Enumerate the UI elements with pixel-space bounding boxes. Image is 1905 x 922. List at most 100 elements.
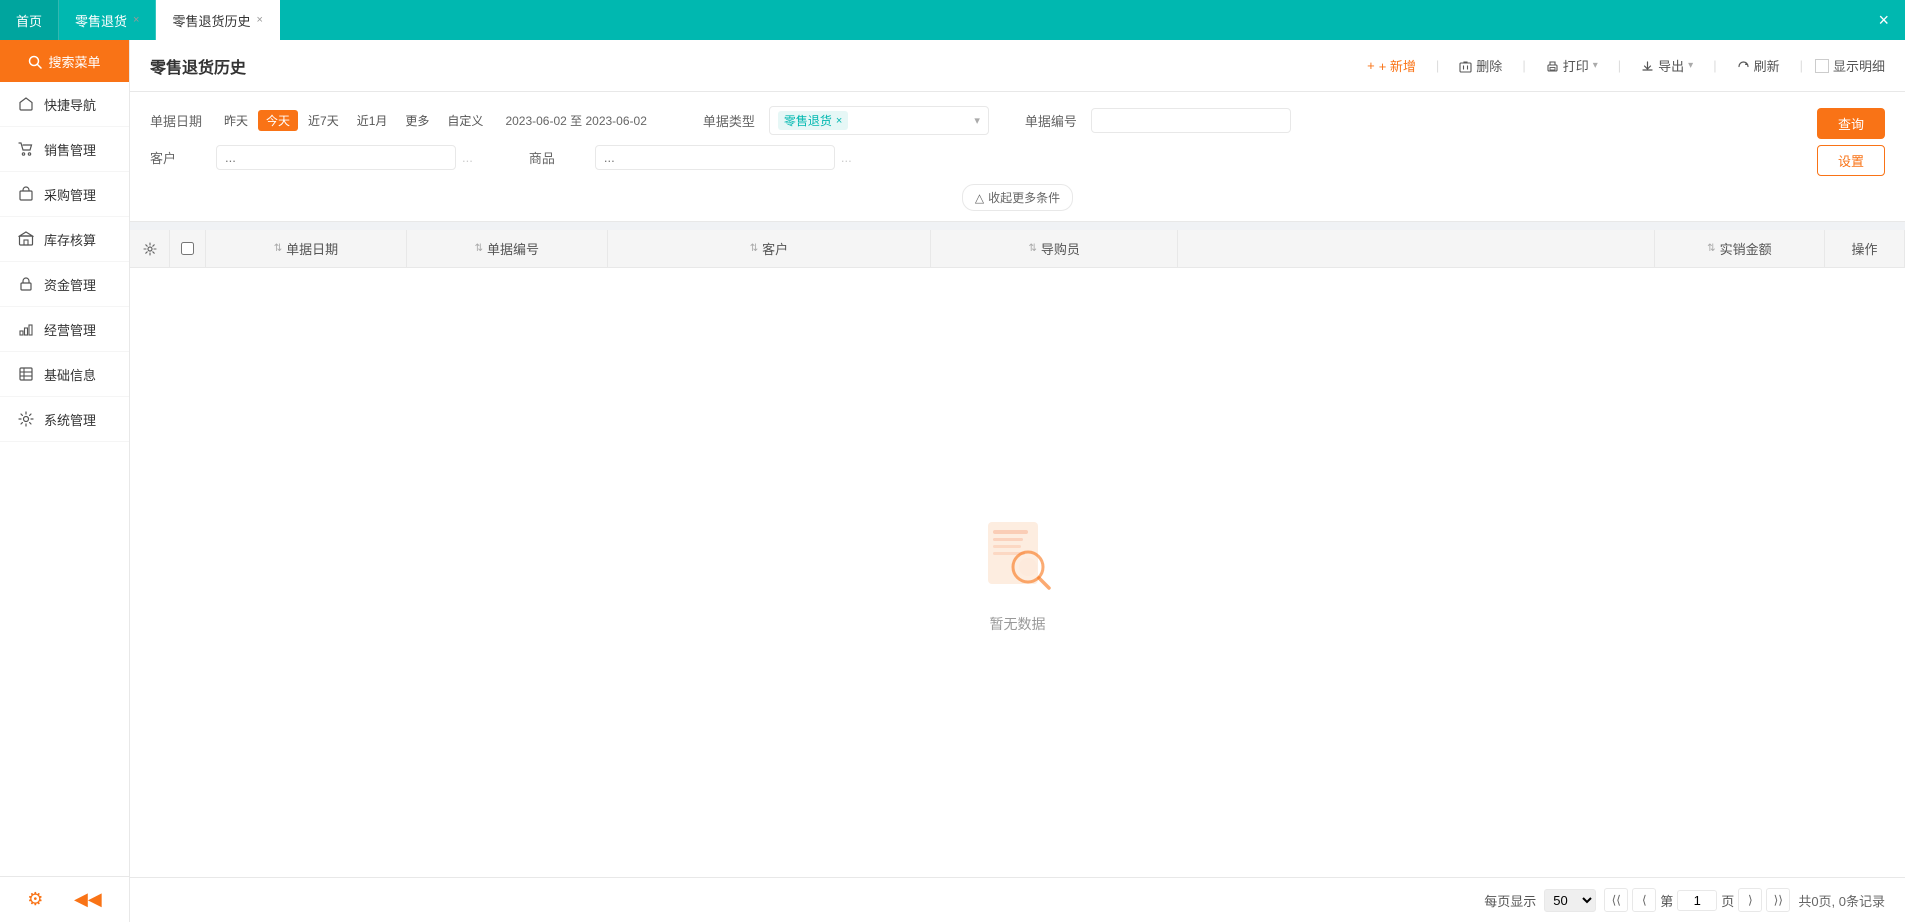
settings-icon xyxy=(16,409,36,429)
sidebar-search-label: 搜索菜单 xyxy=(48,52,100,71)
page-last-btn[interactable]: ⟩⟩ xyxy=(1766,888,1790,912)
collapse-button[interactable]: △ 收起更多条件 xyxy=(962,184,1073,211)
date-options: 昨天 今天 近7天 近1月 更多 自定义 xyxy=(216,110,491,131)
display-checkbox[interactable] xyxy=(1815,59,1829,73)
box-icon xyxy=(16,184,36,204)
sidebar-item-inventory[interactable]: 库存核算 xyxy=(0,217,129,262)
date-btn-today[interactable]: 今天 xyxy=(258,110,298,131)
lock-icon xyxy=(16,274,36,294)
th-date[interactable]: ⇅ 单据日期 xyxy=(206,230,407,267)
empty-illustration xyxy=(973,512,1063,602)
date-btn-more[interactable]: 更多 xyxy=(397,110,437,131)
sidebar-search[interactable]: 搜索菜单 xyxy=(0,40,129,82)
th-customer[interactable]: ⇅ 客户 xyxy=(608,230,931,267)
page-header: 零售退货历史 + + 新增 | 删除 | 打 xyxy=(130,40,1905,92)
th-voucher[interactable]: ⇅ 单据编号 xyxy=(407,230,608,267)
th-customer-sort-icon: ⇅ xyxy=(750,243,758,254)
tab-home[interactable]: 首页 xyxy=(0,0,59,40)
th-amount-sort-icon: ⇅ xyxy=(1707,243,1715,254)
collapse-icon: △ xyxy=(975,191,984,205)
sidebar-item-quick-nav[interactable]: 快捷导航 xyxy=(0,82,129,127)
refresh-button[interactable]: 刷新 xyxy=(1729,52,1788,79)
home-icon xyxy=(16,94,36,114)
export-button[interactable]: 导出 ▾ xyxy=(1633,52,1701,79)
print-icon xyxy=(1546,58,1559,73)
filter-area: 单据日期 昨天 今天 近7天 近1月 更多 自定义 2023-06-02 至 2… xyxy=(130,92,1905,222)
search-icon xyxy=(28,53,42,69)
page-actions: + + 新增 | 删除 | 打印 ▾ | xyxy=(1359,52,1885,79)
date-btn-custom[interactable]: 自定义 xyxy=(439,110,491,131)
export-dropdown-icon: ▾ xyxy=(1688,60,1693,71)
empty-state: 暂无数据 xyxy=(130,268,1905,877)
th-date-sort-icon: ⇅ xyxy=(274,243,282,254)
type-filter-select[interactable]: 零售退货 × ▾ xyxy=(769,106,989,135)
sidebar-item-base-info-label: 基础信息 xyxy=(44,365,96,384)
sidebar-settings-icon[interactable]: ⚙ xyxy=(27,889,43,910)
voucher-filter-input[interactable] xyxy=(1091,108,1291,133)
goods-more-btn[interactable]: ... xyxy=(841,150,852,165)
add-icon: + xyxy=(1367,58,1375,73)
print-button[interactable]: 打印 ▾ xyxy=(1538,52,1606,79)
tab-retail-return-history-close[interactable]: × xyxy=(256,14,262,26)
th-guide[interactable]: ⇅ 导购员 xyxy=(931,230,1178,267)
customer-filter-input[interactable] xyxy=(216,145,456,170)
sidebar-item-base-info[interactable]: 基础信息 xyxy=(0,352,129,397)
display-toggle[interactable]: 显示明细 xyxy=(1815,56,1885,75)
sidebar-item-sales-mgmt[interactable]: 销售管理 xyxy=(0,127,129,172)
column-settings-icon[interactable] xyxy=(143,241,157,257)
th-spacer xyxy=(1178,230,1655,267)
date-btn-1month[interactable]: 近1月 xyxy=(349,110,396,131)
sidebar-volume-icon[interactable]: ◀◀ xyxy=(74,889,102,910)
sidebar-item-ops-mgmt-label: 经营管理 xyxy=(44,320,96,339)
pagination: 每页显示 20 50 100 ⟨⟨ ⟨ 第 页 ⟩ ⟩⟩ 共0页, 0条记录 xyxy=(130,877,1905,922)
filter-settings-button[interactable]: 设置 xyxy=(1817,145,1885,176)
date-range-display: 2023-06-02 至 2023-06-02 xyxy=(505,112,646,129)
page-next-btn[interactable]: ⟩ xyxy=(1738,888,1762,912)
table-area: ⇅ 单据日期 ⇅ 单据编号 ⇅ 客户 ⇅ 导购员 ⇅ 实销 xyxy=(130,230,1905,922)
sidebar-item-finance[interactable]: 资金管理 xyxy=(0,262,129,307)
page-label: 页 xyxy=(1721,891,1734,910)
page-prev-btn[interactable]: ⟨ xyxy=(1632,888,1656,912)
customer-more-btn[interactable]: ... xyxy=(462,150,473,165)
tab-bar: 首页 零售退货 × 零售退货历史 × xyxy=(0,0,1862,40)
date-btn-7days[interactable]: 近7天 xyxy=(300,110,347,131)
type-filter-label: 单据类型 xyxy=(703,111,763,130)
query-button[interactable]: 查询 xyxy=(1817,108,1885,139)
sidebar-item-sales-mgmt-label: 销售管理 xyxy=(44,140,96,159)
sidebar-item-finance-label: 资金管理 xyxy=(44,275,96,294)
warehouse-icon xyxy=(16,229,36,249)
th-settings[interactable] xyxy=(130,230,170,267)
refresh-icon xyxy=(1737,58,1750,73)
delete-button[interactable]: 删除 xyxy=(1451,52,1510,79)
th-voucher-sort-icon: ⇅ xyxy=(475,243,483,254)
customer-filter-label: 客户 xyxy=(150,148,210,167)
collapse-label: 收起更多条件 xyxy=(988,189,1060,206)
top-bar-close[interactable]: × xyxy=(1862,10,1905,31)
date-btn-yesterday[interactable]: 昨天 xyxy=(216,110,256,131)
th-amount[interactable]: ⇅ 实销金额 xyxy=(1655,230,1825,267)
tab-retail-return-close[interactable]: × xyxy=(133,14,139,26)
cart-icon xyxy=(16,139,36,159)
tab-retail-return-history[interactable]: 零售退货历史 × xyxy=(156,0,279,40)
th-op: 操作 xyxy=(1825,230,1905,267)
date-filter-label: 单据日期 xyxy=(150,111,210,130)
sidebar-item-inventory-label: 库存核算 xyxy=(44,230,96,249)
select-all-checkbox[interactable] xyxy=(181,242,194,255)
page-first-btn[interactable]: ⟨⟨ xyxy=(1604,888,1628,912)
sidebar-item-purchase-mgmt[interactable]: 采购管理 xyxy=(0,172,129,217)
add-button[interactable]: + + 新增 xyxy=(1359,52,1424,79)
delete-icon xyxy=(1459,58,1472,73)
goods-filter-input[interactable] xyxy=(595,145,835,170)
page-size-select[interactable]: 20 50 100 xyxy=(1544,889,1596,912)
tab-retail-return-label: 零售退货 xyxy=(75,11,127,30)
top-bar: 首页 零售退货 × 零售退货历史 × × xyxy=(0,0,1905,40)
tab-home-label: 首页 xyxy=(16,11,42,30)
sidebar-item-sys-mgmt[interactable]: 系统管理 xyxy=(0,397,129,442)
page-nav: ⟨⟨ ⟨ 第 页 ⟩ ⟩⟩ xyxy=(1604,888,1790,912)
type-filter-tag-close[interactable]: × xyxy=(836,115,842,127)
th-checkbox[interactable] xyxy=(170,230,206,267)
print-dropdown-icon: ▾ xyxy=(1593,60,1598,71)
page-number-input[interactable] xyxy=(1677,890,1717,911)
sidebar-item-ops-mgmt[interactable]: 经营管理 xyxy=(0,307,129,352)
tab-retail-return[interactable]: 零售退货 × xyxy=(59,0,156,40)
